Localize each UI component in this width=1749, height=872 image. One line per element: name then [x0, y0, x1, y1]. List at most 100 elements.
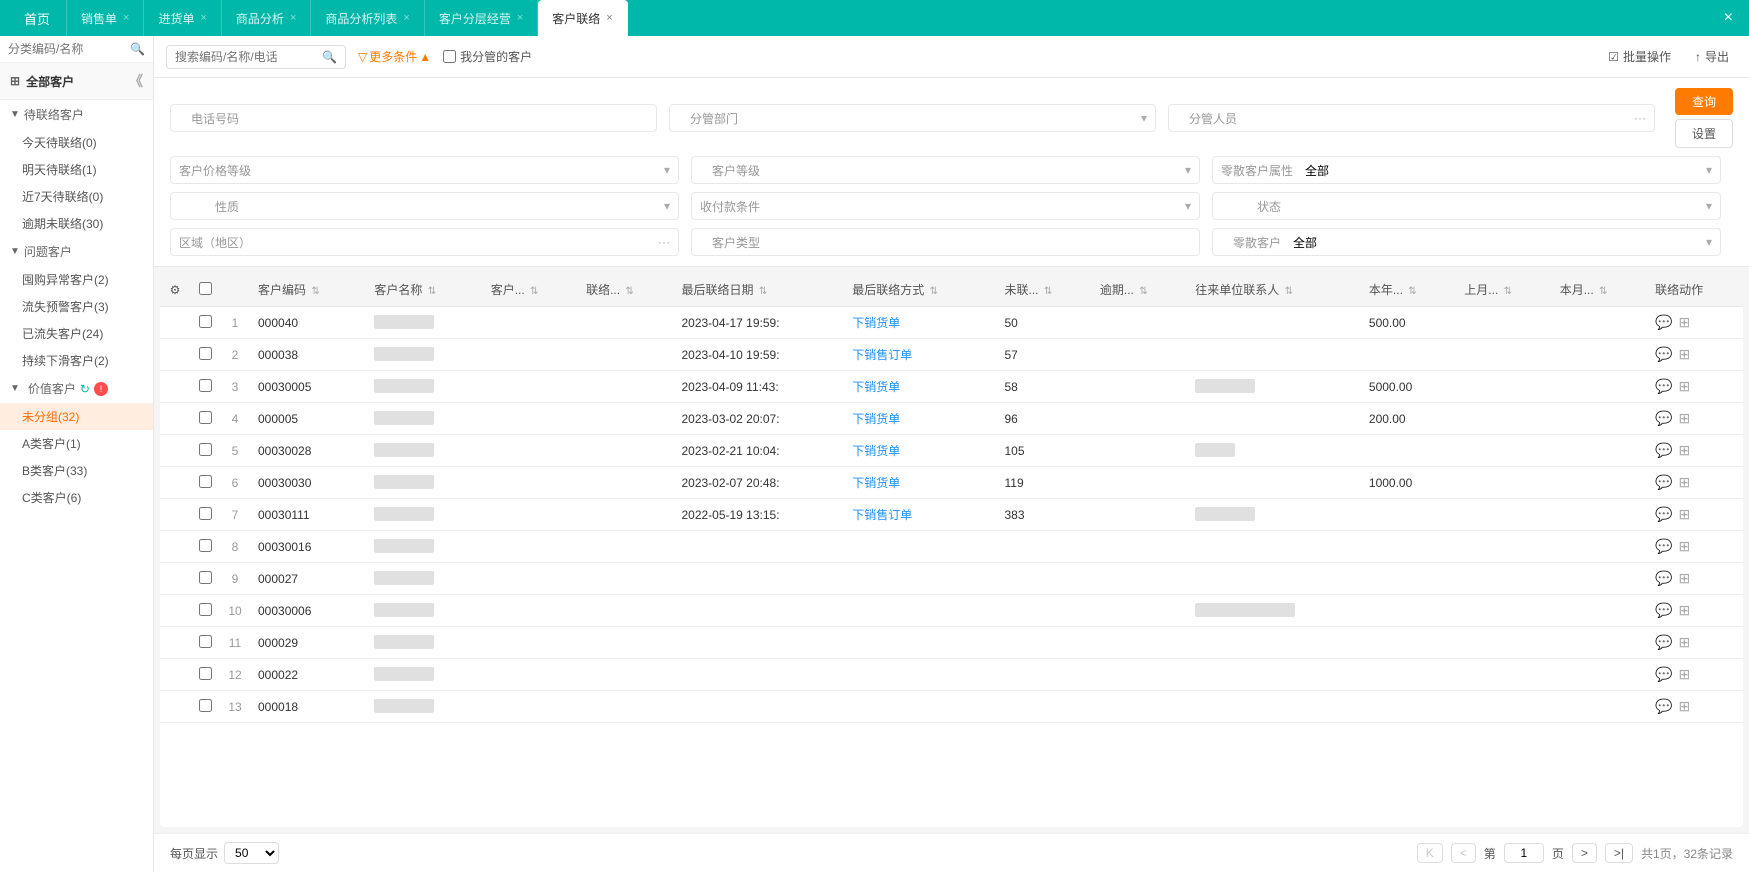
tab-sales-order[interactable]: 销售单 ×: [67, 0, 144, 36]
first-page-btn[interactable]: K: [1417, 843, 1443, 863]
th-this-year[interactable]: 本年... ⇅: [1361, 273, 1456, 307]
my-customers-checkbox-area[interactable]: 我分管的客户: [443, 48, 532, 65]
last-method-link[interactable]: 下销售订单: [852, 348, 912, 362]
region-ellipsis-icon[interactable]: ···: [658, 235, 670, 249]
grid-action-icon[interactable]: ⊞: [1679, 410, 1691, 427]
cell-checkbox[interactable]: [190, 499, 220, 531]
next-page-btn[interactable]: >: [1572, 843, 1597, 863]
th-name[interactable]: 客户名称 ⇅: [366, 273, 482, 307]
my-customers-checkbox[interactable]: [443, 50, 456, 63]
row-checkbox-8[interactable]: [199, 571, 212, 584]
tab-product-analysis[interactable]: 商品分析 ×: [222, 0, 311, 36]
retail-attr-dropdown-icon[interactable]: ▾: [1706, 163, 1712, 177]
sidebar-item-class-b[interactable]: B类客户(33): [0, 457, 153, 484]
cell-checkbox[interactable]: [190, 627, 220, 659]
close-tab-pal[interactable]: ×: [403, 12, 409, 24]
th-not-contact[interactable]: 未联... ⇅: [997, 273, 1092, 307]
status-dropdown-icon[interactable]: ▾: [1706, 199, 1712, 213]
person-ellipsis-icon[interactable]: ···: [1634, 111, 1646, 125]
dept-dropdown-icon[interactable]: ▾: [1141, 111, 1147, 125]
th-code[interactable]: 客户编码 ⇅: [250, 273, 366, 307]
cust-level-dropdown-icon[interactable]: ▾: [1185, 163, 1191, 177]
th-gear[interactable]: ⚙: [160, 273, 190, 307]
grid-action-icon[interactable]: ⊞: [1679, 314, 1691, 331]
cell-last-method[interactable]: 下销售订单: [844, 499, 996, 531]
th-contact[interactable]: 联络... ⇅: [578, 273, 673, 307]
chat-icon[interactable]: 💬: [1655, 602, 1672, 619]
nature-dropdown-icon[interactable]: ▾: [664, 199, 670, 213]
last-method-link[interactable]: 下销货单: [852, 316, 900, 330]
th-last-date[interactable]: 最后联络日期 ⇅: [673, 273, 844, 307]
row-checkbox-0[interactable]: [199, 315, 212, 328]
th-checkbox[interactable]: [190, 273, 220, 307]
cell-last-method[interactable]: 下销货单: [844, 435, 996, 467]
cell-last-method[interactable]: 下销货单: [844, 403, 996, 435]
tab-home[interactable]: 首页: [8, 0, 67, 36]
retail-cust-dropdown-icon[interactable]: ▾: [1706, 235, 1712, 249]
refresh-icon[interactable]: ↻: [80, 382, 90, 396]
last-method-link[interactable]: 下销货单: [852, 444, 900, 458]
row-checkbox-2[interactable]: [199, 379, 212, 392]
grid-action-icon[interactable]: ⊞: [1679, 602, 1691, 619]
grid-action-icon[interactable]: ⊞: [1679, 634, 1691, 651]
row-checkbox-4[interactable]: [199, 443, 212, 456]
tab-customer-tier[interactable]: 客户分层经营 ×: [425, 0, 538, 36]
chat-icon[interactable]: 💬: [1655, 506, 1672, 523]
sidebar-search-icon[interactable]: 🔍: [130, 42, 145, 56]
sidebar-item-tomorrow-pending[interactable]: 明天待联络(1): [0, 156, 153, 183]
close-all-btn[interactable]: ×: [1716, 9, 1741, 27]
last-page-btn[interactable]: >|: [1605, 843, 1633, 863]
th-last-method[interactable]: 最后联络方式 ⇅: [844, 273, 996, 307]
cell-last-method[interactable]: 下销货单: [844, 467, 996, 499]
close-tab-pa[interactable]: ×: [290, 12, 296, 24]
prev-page-btn[interactable]: <: [1451, 843, 1476, 863]
row-checkbox-6[interactable]: [199, 507, 212, 520]
th-this-month[interactable]: 本月... ⇅: [1552, 273, 1647, 307]
cell-checkbox[interactable]: [190, 403, 220, 435]
grid-action-icon[interactable]: ⊞: [1679, 698, 1691, 715]
cell-checkbox[interactable]: [190, 531, 220, 563]
th-last-month[interactable]: 上月... ⇅: [1456, 273, 1551, 307]
sidebar-collapse-icon[interactable]: 《: [129, 71, 143, 91]
cell-checkbox[interactable]: [190, 595, 220, 627]
cell-checkbox[interactable]: [190, 467, 220, 499]
grid-action-icon[interactable]: ⊞: [1679, 378, 1691, 395]
cell-checkbox[interactable]: [190, 307, 220, 339]
sidebar-item-declining[interactable]: 持续下滑客户(2): [0, 347, 153, 374]
cell-checkbox[interactable]: [190, 563, 220, 595]
chat-icon[interactable]: 💬: [1655, 570, 1672, 587]
chat-icon[interactable]: 💬: [1655, 698, 1672, 715]
chat-icon[interactable]: 💬: [1655, 346, 1672, 363]
search-icon[interactable]: 🔍: [322, 50, 337, 64]
cell-last-method[interactable]: 下销货单: [844, 371, 996, 403]
cell-checkbox[interactable]: [190, 659, 220, 691]
row-checkbox-7[interactable]: [199, 539, 212, 552]
row-checkbox-11[interactable]: [199, 667, 212, 680]
cell-checkbox[interactable]: [190, 691, 220, 723]
cell-checkbox[interactable]: [190, 371, 220, 403]
last-method-link[interactable]: 下销货单: [852, 380, 900, 394]
cell-checkbox[interactable]: [190, 339, 220, 371]
th-inter-unit[interactable]: 往来单位联系人 ⇅: [1187, 273, 1361, 307]
cell-checkbox[interactable]: [190, 435, 220, 467]
close-tab-cc[interactable]: ×: [606, 12, 612, 24]
row-checkbox-1[interactable]: [199, 347, 212, 360]
export-btn[interactable]: ↑ 导出: [1687, 44, 1737, 69]
close-tab-ct[interactable]: ×: [517, 12, 523, 24]
sidebar-group-problem[interactable]: ▼ 问题客户: [0, 237, 153, 266]
grid-action-icon[interactable]: ⊞: [1679, 506, 1691, 523]
row-checkbox-5[interactable]: [199, 475, 212, 488]
search-button[interactable]: 查询: [1675, 88, 1733, 115]
sidebar-group-pending-contact[interactable]: ▼ 待联络客户: [0, 100, 153, 129]
tab-customer-contact[interactable]: 客户联络 ×: [538, 0, 627, 36]
current-page-input[interactable]: [1504, 843, 1544, 863]
sidebar-item-churn-warning[interactable]: 流失预警客户(3): [0, 293, 153, 320]
cell-last-method[interactable]: 下销售订单: [844, 339, 996, 371]
filter-cust-type-input[interactable]: [768, 235, 1191, 249]
chat-icon[interactable]: 💬: [1655, 634, 1672, 651]
sidebar-item-today-pending[interactable]: 今天待联络(0): [0, 129, 153, 156]
tab-purchase[interactable]: 进货单 ×: [144, 0, 221, 36]
grid-action-icon[interactable]: ⊞: [1679, 666, 1691, 683]
reset-button[interactable]: 设置: [1675, 119, 1733, 148]
grid-action-icon[interactable]: ⊞: [1679, 570, 1691, 587]
